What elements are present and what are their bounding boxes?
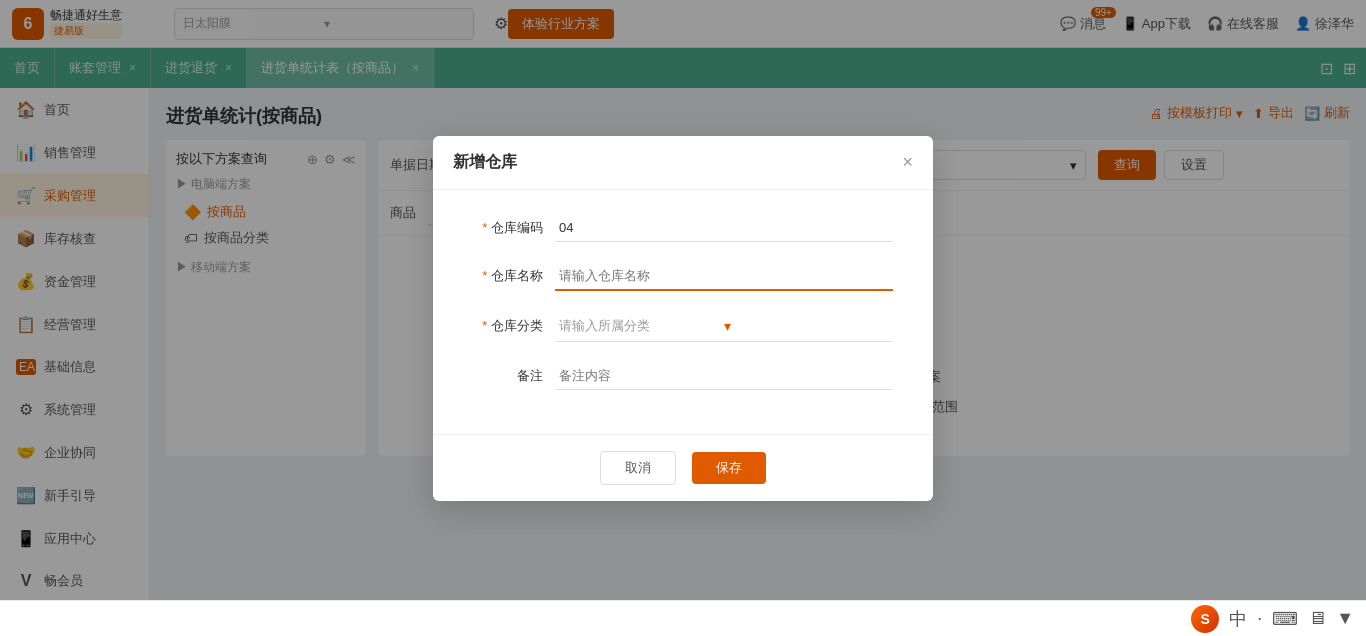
form-row-remark: 备注 bbox=[473, 362, 893, 390]
dialog-body: 仓库编码 仓库名称 仓库分类 请输入所属分类 ▾ 备注 bbox=[433, 190, 933, 434]
remark-label: 备注 bbox=[473, 367, 543, 385]
category-dropdown-icon: ▾ bbox=[724, 318, 889, 334]
cancel-button[interactable]: 取消 bbox=[600, 451, 676, 485]
modal-overlay: 新增仓库 × 仓库编码 仓库名称 仓库分类 请输入所属分类 ▾ bbox=[0, 0, 1366, 636]
code-input[interactable] bbox=[555, 214, 893, 242]
dot-icon[interactable]: · bbox=[1257, 608, 1262, 629]
dialog-close-button[interactable]: × bbox=[902, 152, 913, 173]
form-row-name: 仓库名称 bbox=[473, 262, 893, 291]
category-select[interactable]: 请输入所属分类 ▾ bbox=[555, 311, 893, 342]
keyboard-icon[interactable]: ⌨ bbox=[1272, 608, 1298, 630]
dialog-footer: 取消 保存 bbox=[433, 434, 933, 501]
arrow-down-icon[interactable]: ▼ bbox=[1336, 608, 1354, 629]
category-placeholder: 请输入所属分类 bbox=[559, 317, 724, 335]
code-label: 仓库编码 bbox=[473, 219, 543, 237]
dialog-header: 新增仓库 × bbox=[433, 136, 933, 190]
category-label: 仓库分类 bbox=[473, 317, 543, 335]
form-row-code: 仓库编码 bbox=[473, 214, 893, 242]
s-logo: S bbox=[1191, 605, 1219, 633]
dialog-title: 新增仓库 bbox=[453, 152, 517, 173]
name-label: 仓库名称 bbox=[473, 267, 543, 285]
bottom-bar: S 中 · ⌨ 🖥 ▼ bbox=[0, 600, 1366, 636]
new-warehouse-dialog: 新增仓库 × 仓库编码 仓库名称 仓库分类 请输入所属分类 ▾ bbox=[433, 136, 933, 501]
chinese-icon[interactable]: 中 bbox=[1229, 607, 1247, 631]
form-row-category: 仓库分类 请输入所属分类 ▾ bbox=[473, 311, 893, 342]
save-button[interactable]: 保存 bbox=[692, 452, 766, 484]
name-input[interactable] bbox=[555, 262, 893, 291]
remark-input[interactable] bbox=[555, 362, 893, 390]
monitor-icon[interactable]: 🖥 bbox=[1308, 608, 1326, 629]
